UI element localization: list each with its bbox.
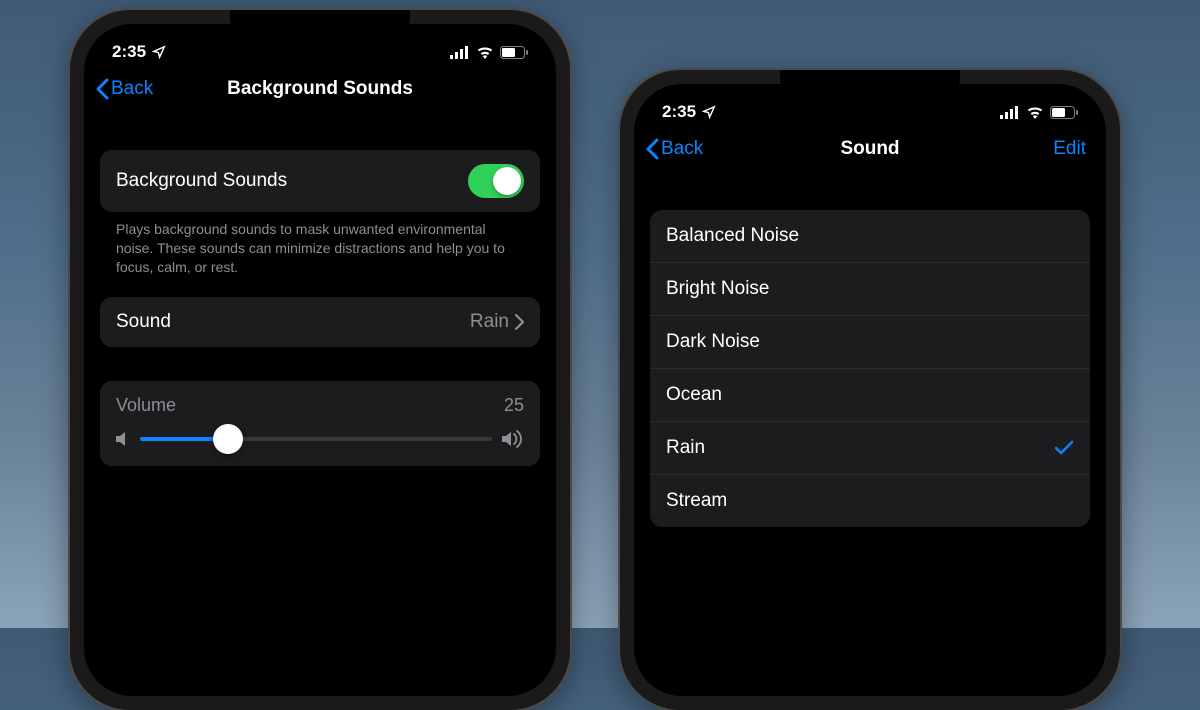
battery-icon [1050, 106, 1078, 119]
wifi-icon [1026, 106, 1044, 119]
volume-group: Volume 25 [100, 381, 540, 466]
toggle-switch[interactable] [468, 164, 524, 198]
sound-option-label: Ocean [666, 384, 722, 406]
sound-option[interactable]: Bright Noise [650, 263, 1090, 316]
toggle-group: Background Sounds [100, 150, 540, 212]
volume-slider[interactable] [140, 437, 492, 441]
volume-label: Volume [116, 395, 176, 416]
status-bar: 2:35 [634, 84, 1106, 128]
phone-right: 2:35 Back Sound Edit Balanced Noise Brigh… [620, 70, 1120, 710]
slider-thumb[interactable] [213, 424, 243, 454]
sound-option-label: Dark Noise [666, 331, 760, 353]
battery-icon [500, 46, 528, 59]
toggle-label: Background Sounds [116, 170, 287, 192]
cellular-icon [450, 46, 470, 59]
sound-group: Sound Rain [100, 297, 540, 347]
volume-low-icon [116, 431, 130, 447]
phone-left: 2:35 Back Background Sounds Background S… [70, 10, 570, 710]
sound-option-label: Stream [666, 490, 727, 512]
sound-option-label: Bright Noise [666, 278, 770, 300]
chevron-right-icon [515, 314, 524, 330]
status-bar: 2:35 [84, 24, 556, 68]
footer-description: Plays background sounds to mask unwanted… [100, 212, 540, 297]
sound-row[interactable]: Sound Rain [100, 297, 540, 347]
back-button[interactable]: Back [96, 78, 153, 100]
sound-label: Sound [116, 311, 171, 333]
volume-value: 25 [504, 395, 524, 416]
nav-bar: Back Background Sounds [84, 68, 556, 114]
location-icon [152, 45, 166, 59]
sound-option[interactable]: Balanced Noise [650, 210, 1090, 263]
sound-option[interactable]: Ocean [650, 369, 1090, 422]
sound-option[interactable]: Dark Noise [650, 316, 1090, 369]
status-time: 2:35 [662, 102, 696, 122]
screen-left: 2:35 Back Background Sounds Background S… [84, 24, 556, 696]
check-icon [1054, 440, 1074, 456]
volume-high-icon [502, 430, 524, 448]
screen-right: 2:35 Back Sound Edit Balanced Noise Brigh… [634, 84, 1106, 696]
location-icon [702, 105, 716, 119]
back-button[interactable]: Back [646, 138, 703, 160]
sound-option[interactable]: Rain [650, 422, 1090, 475]
status-time: 2:35 [112, 42, 146, 62]
chevron-left-icon [96, 78, 109, 100]
sound-option[interactable]: Stream [650, 475, 1090, 527]
nav-bar: Back Sound Edit [634, 128, 1106, 174]
page-title: Background Sounds [227, 78, 413, 100]
sound-option-label: Balanced Noise [666, 225, 799, 247]
cellular-icon [1000, 106, 1020, 119]
page-title: Sound [840, 138, 899, 160]
wifi-icon [476, 46, 494, 59]
sound-option-label: Rain [666, 437, 705, 459]
chevron-left-icon [646, 138, 659, 160]
sound-value: Rain [470, 311, 509, 333]
back-label: Back [661, 138, 703, 160]
sound-list: Balanced Noise Bright Noise Dark Noise Ocea… [650, 210, 1090, 527]
edit-button[interactable]: Edit [1053, 138, 1094, 160]
back-label: Back [111, 78, 153, 100]
background-sounds-toggle-row[interactable]: Background Sounds [100, 150, 540, 212]
